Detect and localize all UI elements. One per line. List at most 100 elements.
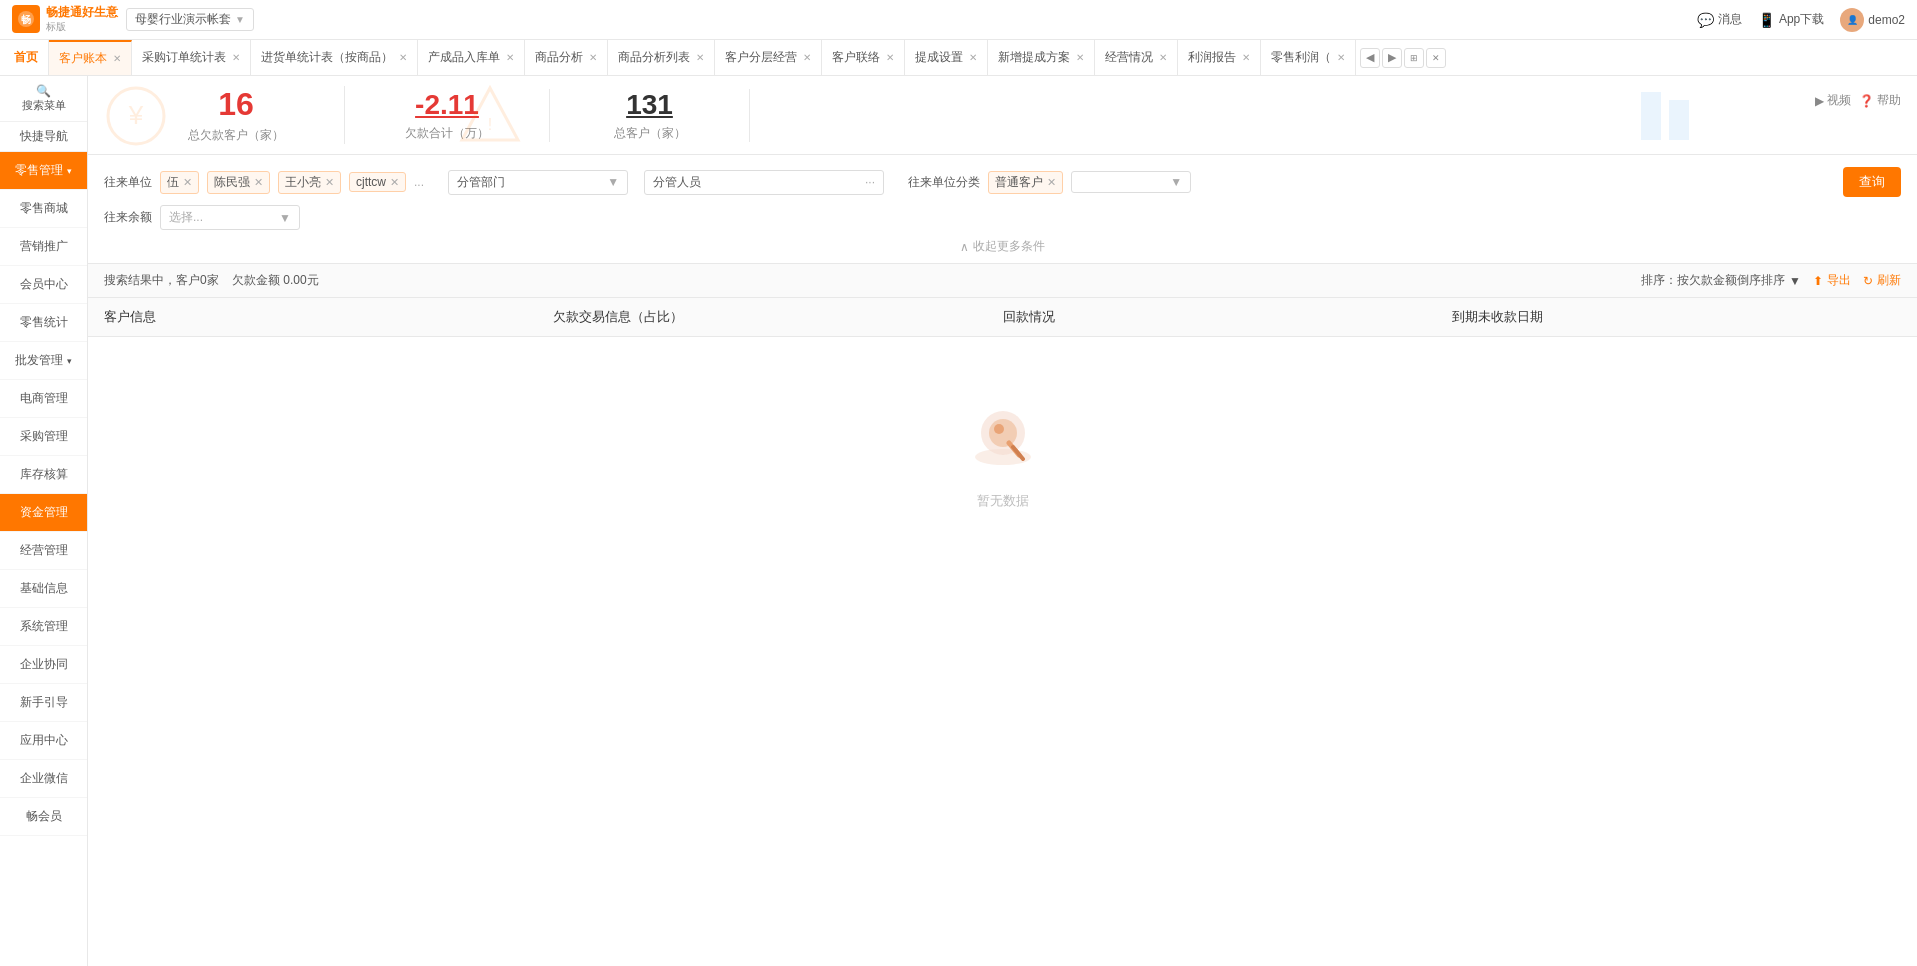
nav-expand-btn[interactable]: ⊞ (1404, 48, 1424, 68)
top-header: 畅 畅捷通好生意 标版 母婴行业演示帐套 ▼ 💬 消息 📱 App下载 👤 de… (0, 0, 1917, 40)
nav-next-btn[interactable]: ▶ (1382, 48, 1402, 68)
sidebar-item-member-benefit[interactable]: 畅会员 (0, 798, 87, 836)
filter-tag-normal-customer-close[interactable]: ✕ (1047, 176, 1056, 189)
tab-close-icon[interactable]: ✕ (886, 52, 894, 63)
tab-customer-tier[interactable]: 客户分层经营 ✕ (715, 40, 822, 76)
sidebar-item-retail-stats[interactable]: 零售统计 (0, 304, 87, 342)
tab-close-icon[interactable]: ✕ (113, 53, 121, 64)
filter-person-select[interactable]: 分管人员 ··· (644, 170, 884, 195)
sidebar-item-ops-mgmt[interactable]: 经营管理 (0, 532, 87, 570)
tab-close-icon[interactable]: ✕ (803, 52, 811, 63)
stat-total-customers-label: 总客户（家） (614, 125, 686, 142)
stat-card-total-customers: 131 总客户（家） (550, 89, 750, 142)
tab-close-icon[interactable]: ✕ (232, 52, 240, 63)
top-header-right: 💬 消息 📱 App下载 👤 demo2 (1697, 8, 1905, 32)
filter-balance-label: 往来余额 (104, 209, 152, 226)
tab-new-promotion[interactable]: 新增提成方案 ✕ (988, 40, 1095, 76)
sidebar-item-sys-mgmt[interactable]: 系统管理 (0, 608, 87, 646)
account-selector[interactable]: 母婴行业演示帐套 ▼ (126, 8, 254, 31)
tab-customer-connect-label: 客户联络 (832, 49, 880, 66)
filter-dept-select[interactable]: 分管部门 ▼ (448, 170, 628, 195)
tab-product-inbound-label: 产成品入库单 (428, 49, 500, 66)
tab-close-icon[interactable]: ✕ (506, 52, 514, 63)
app-download-btn[interactable]: 📱 App下载 (1758, 11, 1824, 28)
stat-total-customers-value: 131 (626, 89, 673, 121)
tab-close-icon[interactable]: ✕ (1242, 52, 1250, 63)
sidebar-item-purchase-mgmt[interactable]: 采购管理 (0, 418, 87, 456)
table-col-date-label: 到期未收款日期 (1452, 309, 1543, 324)
tab-business-status[interactable]: 经营情况 ✕ (1095, 40, 1178, 76)
result-bar: 搜索结果中，客户0家 欠款金额 0.00元 排序：按欠款金额倒序排序 ▼ ⬆ 导… (88, 264, 1917, 298)
search-icon: 🔍 (36, 84, 51, 98)
tab-profit-report[interactable]: 利润报告 ✕ (1178, 40, 1261, 76)
sidebar-item-new-guide[interactable]: 新手引导 (0, 684, 87, 722)
export-btn[interactable]: ⬆ 导出 (1813, 272, 1851, 289)
tab-purchase-order[interactable]: 采购订单统计表 ✕ (132, 40, 251, 76)
tab-accounts[interactable]: 客户账本 ✕ (49, 40, 132, 76)
sidebar-item-retail-mall[interactable]: 零售商城 (0, 190, 87, 228)
tab-retail-profit[interactable]: 零售利润（ ✕ (1261, 40, 1356, 76)
tab-close-icon[interactable]: ✕ (1076, 52, 1084, 63)
tab-close-icon[interactable]: ✕ (1337, 52, 1345, 63)
nav-prev-btn[interactable]: ◀ (1360, 48, 1380, 68)
sort-select[interactable]: 排序：按欠款金额倒序排序 ▼ (1641, 272, 1801, 289)
filter-balance-select[interactable]: 选择... ▼ (160, 205, 300, 230)
sidebar-search[interactable]: 🔍 搜索菜单 (0, 76, 87, 122)
sidebar-item-basic-info[interactable]: 基础信息 (0, 570, 87, 608)
help-btn[interactable]: ❓ 帮助 (1859, 92, 1901, 109)
user-profile[interactable]: 👤 demo2 (1840, 8, 1905, 32)
tab-close-icon[interactable]: ✕ (399, 52, 407, 63)
collapse-btn[interactable]: ∧ 收起更多条件 (943, 238, 1063, 255)
sidebar-item-enterprise-collab[interactable]: 企业协同 (0, 646, 87, 684)
filter-unit-class-label: 往来单位分类 (908, 174, 980, 191)
filter-tag-cjttcw-close[interactable]: ✕ (390, 176, 399, 189)
sidebar-item-enterprise-wechat[interactable]: 企业微信 (0, 760, 87, 798)
sidebar-item-inventory[interactable]: 库存核算 (0, 456, 87, 494)
refresh-btn[interactable]: ↻ 刷新 (1863, 272, 1901, 289)
filter-row-2: 往来余额 选择... ▼ (104, 205, 1901, 230)
sidebar-item-marketing[interactable]: 营销推广 (0, 228, 87, 266)
sidebar-item-capital-mgmt-label: 资金管理 (20, 505, 68, 519)
tab-product-analysis-label: 商品分析 (535, 49, 583, 66)
tab-home[interactable]: 首页 (4, 40, 49, 76)
sidebar-item-capital-mgmt[interactable]: 资金管理 (0, 494, 87, 532)
filter-tag-chen-close[interactable]: ✕ (254, 176, 263, 189)
collapse-label: 收起更多条件 (973, 238, 1045, 255)
filter-tag-wu-close[interactable]: ✕ (183, 176, 192, 189)
filter-tag-wang-close[interactable]: ✕ (325, 176, 334, 189)
filter-tag-wang: 王小亮 ✕ (278, 171, 341, 194)
tab-promotion-settings-label: 提成设置 (915, 49, 963, 66)
sidebar-item-batch-mgmt[interactable]: 批发管理 ▾ (0, 342, 87, 380)
tab-product-analysis[interactable]: 商品分析 ✕ (525, 40, 608, 76)
sidebar-item-retail-mgmt[interactable]: 零售管理 ▾ (0, 152, 87, 190)
chevron-icon: ▾ (67, 166, 72, 176)
tab-customer-connect[interactable]: 客户联络 ✕ (822, 40, 905, 76)
username: demo2 (1868, 13, 1905, 27)
tab-inbound-stats[interactable]: 进货单统计表（按商品） ✕ (251, 40, 418, 76)
tab-product-analysis-list[interactable]: 商品分析列表 ✕ (608, 40, 715, 76)
collapse-icon: ∧ (960, 240, 969, 254)
sidebar-item-member-center[interactable]: 会员中心 (0, 266, 87, 304)
filter-unit-class-select[interactable]: ▼ (1071, 171, 1191, 193)
tab-close-icon[interactable]: ✕ (696, 52, 704, 63)
tab-product-inbound[interactable]: 产成品入库单 ✕ (418, 40, 525, 76)
filter-more-btn[interactable]: ... (414, 175, 424, 189)
video-btn[interactable]: ▶ 视频 (1815, 92, 1851, 109)
stats-bg-icon-3 (1633, 84, 1697, 151)
sidebar-item-app-center[interactable]: 应用中心 (0, 722, 87, 760)
nav-close-all-btn[interactable]: ✕ (1426, 48, 1446, 68)
table-col-date: 到期未收款日期 (1452, 308, 1901, 326)
search-button[interactable]: 查询 (1843, 167, 1901, 197)
sidebar-quick-nav[interactable]: 快捷导航 (0, 122, 87, 152)
tab-close-icon[interactable]: ✕ (969, 52, 977, 63)
message-btn[interactable]: 💬 消息 (1697, 11, 1742, 28)
tab-close-icon[interactable]: ✕ (1159, 52, 1167, 63)
tab-purchase-order-label: 采购订单统计表 (142, 49, 226, 66)
tab-close-icon[interactable]: ✕ (589, 52, 597, 63)
chevron-sort-icon: ▼ (1789, 274, 1801, 288)
result-debt-amount: 欠款金额 0.00元 (232, 273, 319, 287)
sidebar-item-ecom-mgmt[interactable]: 电商管理 (0, 380, 87, 418)
tab-customer-tier-label: 客户分层经营 (725, 49, 797, 66)
tab-promotion-settings[interactable]: 提成设置 ✕ (905, 40, 988, 76)
filter-tag-wang-text: 王小亮 (285, 174, 321, 191)
